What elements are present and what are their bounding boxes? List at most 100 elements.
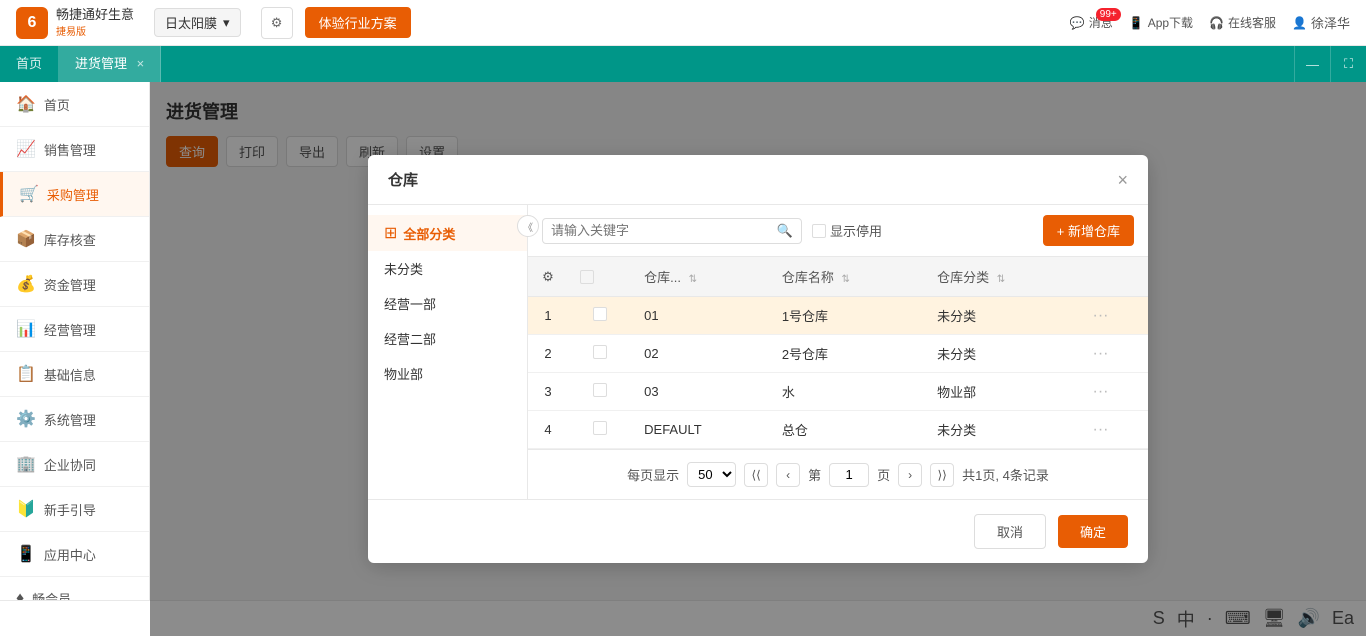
table-row[interactable]: 1 01 1号仓库 未分类 ··· [528, 297, 1148, 335]
modal-body: 《 ⊞ 全部分类 未分类 经营一部 经营二部 [368, 205, 1148, 499]
row-more-icon[interactable]: ··· [1093, 383, 1109, 400]
page-label: 页 [877, 465, 890, 484]
message-button[interactable]: 💬 消息 99+ [1070, 14, 1113, 31]
sidebar-item-finance[interactable]: 💰 资金管理 [0, 262, 149, 307]
row-checkbox[interactable] [568, 335, 632, 373]
store-name: 日太阳膜 [165, 13, 217, 32]
main-layout: 🏠 首页 📈 销售管理 🛒 采购管理 📦 库存核查 💰 资金管理 📊 经营管理 … [0, 82, 1366, 636]
user-avatar[interactable]: 👤 徐泽华 [1292, 13, 1350, 32]
confirm-button[interactable]: 确定 [1058, 515, 1128, 548]
purchase-icon: 🛒 [19, 184, 39, 204]
row-checkbox[interactable] [568, 373, 632, 411]
row-actions: ··· [1081, 335, 1149, 373]
top-header: 6 畅捷通好生意 捷易版 日太阳膜 ▾ ⚙ 体验行业方案 💬 消息 99+ 📱 … [0, 0, 1366, 46]
search-input[interactable] [551, 223, 777, 238]
category-item-dept2[interactable]: 经营二部 [368, 321, 527, 356]
inventory-icon: 📦 [16, 229, 36, 249]
appcenter-icon: 📱 [16, 544, 36, 564]
show-disabled-checkbox[interactable] [812, 224, 826, 238]
pagination: 每页显示 50 ⟨⟨ ‹ 第 页 › ⟩⟩ 共1页, 4条记录 [528, 449, 1148, 499]
logo-area: 6 畅捷通好生意 捷易版 [16, 7, 134, 39]
row-name: 2号仓库 [770, 335, 925, 373]
tab-close-icon[interactable]: × [137, 56, 145, 71]
page-label-pre: 第 [808, 465, 821, 484]
sidebar-item-label: 首页 [44, 95, 70, 114]
app-download-button[interactable]: 📱 App下载 [1129, 14, 1193, 31]
header-right: 💬 消息 99+ 📱 App下载 🎧 在线客服 👤 徐泽华 [1070, 13, 1350, 32]
sidebar-item-inventory[interactable]: 📦 库存核查 [0, 217, 149, 262]
store-selector[interactable]: 日太阳膜 ▾ [154, 8, 241, 37]
tab-purchase[interactable]: 进货管理 × [59, 46, 161, 82]
row-name: 水 [770, 373, 925, 411]
page-number-input[interactable] [829, 463, 869, 487]
select-all-checkbox[interactable] [580, 270, 594, 284]
category-item-property[interactable]: 物业部 [368, 356, 527, 391]
show-disabled-toggle[interactable]: 显示停用 [812, 221, 882, 240]
table-row[interactable]: 4 DEFAULT 总仓 未分类 ··· [528, 411, 1148, 449]
new-warehouse-button[interactable]: + 新增仓库 [1043, 215, 1134, 246]
message-icon: 💬 [1070, 16, 1085, 30]
header-mid: ⚙ 体验行业方案 [241, 7, 1070, 39]
brand-text: 畅捷通好生意 捷易版 [56, 7, 134, 39]
online-service-button[interactable]: 🎧 在线客服 [1209, 14, 1276, 31]
row-no: 2 [528, 335, 568, 373]
nav-tab-controls: — ⛶ [1294, 46, 1366, 82]
page-prev-button[interactable]: ‹ [776, 463, 800, 487]
total-label: 共1页, 4条记录 [962, 465, 1049, 484]
category-item-dept1[interactable]: 经营一部 [368, 286, 527, 321]
col-name-header[interactable]: 仓库名称 ⇅ [770, 257, 925, 297]
search-icon[interactable]: 🔍 [777, 223, 793, 239]
sidebar-item-appcenter[interactable]: 📱 应用中心 [0, 532, 149, 577]
row-checkbox[interactable] [568, 411, 632, 449]
row-more-icon[interactable]: ··· [1093, 421, 1109, 438]
sidebar-item-basics[interactable]: 📋 基础信息 [0, 352, 149, 397]
sort-icon: ⇅ [997, 274, 1005, 285]
modal-title: 仓库 [388, 169, 418, 190]
row-more-icon[interactable]: ··· [1093, 345, 1109, 362]
sidebar-item-operations[interactable]: 📊 经营管理 [0, 307, 149, 352]
tab-expand-button[interactable]: ⛶ [1330, 46, 1366, 82]
sidebar-item-purchase[interactable]: 🛒 采购管理 [0, 172, 149, 217]
category-item-uncategorized[interactable]: 未分类 [368, 251, 527, 286]
tab-home[interactable]: 首页 [0, 46, 59, 82]
sales-icon: 📈 [16, 139, 36, 159]
user-name: 徐泽华 [1311, 13, 1350, 32]
category-item-all[interactable]: ⊞ 全部分类 [368, 215, 527, 251]
row-actions: ··· [1081, 411, 1149, 449]
page-next-button[interactable]: › [898, 463, 922, 487]
row-code: 02 [632, 335, 770, 373]
enterprise-icon: 🏢 [16, 454, 36, 474]
sidebar-item-label: 系统管理 [44, 410, 96, 429]
row-checkbox[interactable] [568, 297, 632, 335]
row-name: 总仓 [770, 411, 925, 449]
chevron-down-icon: ▾ [223, 15, 230, 31]
sidebar-item-guide[interactable]: 🔰 新手引导 [0, 487, 149, 532]
table-row[interactable]: 3 03 水 物业部 ··· [528, 373, 1148, 411]
sidebar-item-sales[interactable]: 📈 销售管理 [0, 127, 149, 172]
panel-collapse-button[interactable]: 《 [517, 215, 539, 237]
sidebar-item-system[interactable]: ⚙️ 系统管理 [0, 397, 149, 442]
table-toolbar: 🔍 显示停用 + 新增仓库 [528, 205, 1148, 257]
row-no: 1 [528, 297, 568, 335]
row-more-icon[interactable]: ··· [1093, 307, 1109, 324]
per-page-label: 每页显示 [627, 465, 679, 484]
cancel-button[interactable]: 取消 [974, 514, 1046, 549]
col-actions-header [1081, 257, 1149, 297]
table-row[interactable]: 2 02 2号仓库 未分类 ··· [528, 335, 1148, 373]
show-disabled-label: 显示停用 [830, 221, 882, 240]
col-code-header[interactable]: 仓库... ⇅ [632, 257, 770, 297]
per-page-select[interactable]: 50 [687, 462, 736, 487]
settings-button[interactable]: ⚙ [261, 7, 293, 39]
finance-icon: 💰 [16, 274, 36, 294]
col-category-header[interactable]: 仓库分类 ⇅ [925, 257, 1080, 297]
tab-minimize-button[interactable]: — [1294, 46, 1330, 82]
industry-solution-button[interactable]: 体验行业方案 [305, 7, 411, 38]
page-last-button[interactable]: ⟩⟩ [930, 463, 954, 487]
category-panel: 《 ⊞ 全部分类 未分类 经营一部 经营二部 [368, 205, 528, 499]
sidebar-item-home[interactable]: 🏠 首页 [0, 82, 149, 127]
modal-close-button[interactable]: × [1117, 171, 1128, 189]
modal-overlay: 仓库 × 《 ⊞ 全部分类 未分类 [150, 82, 1366, 636]
sidebar-item-enterprise[interactable]: 🏢 企业协同 [0, 442, 149, 487]
row-category: 物业部 [925, 373, 1080, 411]
page-first-button[interactable]: ⟨⟨ [744, 463, 768, 487]
